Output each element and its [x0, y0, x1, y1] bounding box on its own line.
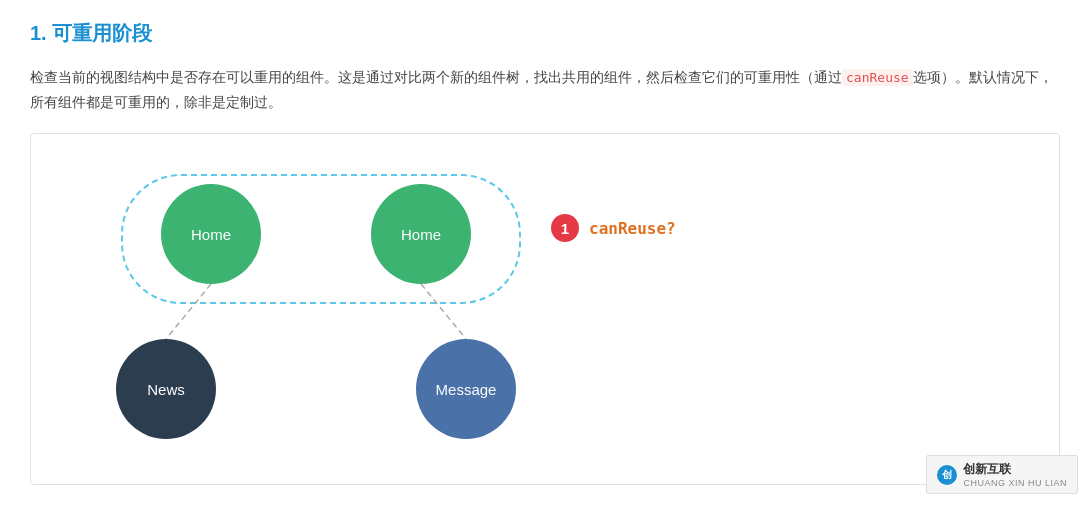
message-label: Message — [436, 381, 497, 398]
description-text: 检查当前的视图结构中是否存在可以重用的组件。这是通过对比两个新的组件树，找出共用… — [30, 65, 1060, 115]
node-home-left: Home — [161, 184, 261, 284]
watermark-logo: 创 — [937, 465, 957, 485]
desc-part1: 检查当前的视图结构中是否存在可以重用的组件。这是通过对比两个新的组件树，找出共用… — [30, 69, 842, 85]
watermark-en-text: CHUANG XIN HU LIAN — [963, 478, 1067, 488]
home-right-label: Home — [401, 226, 441, 243]
watermark-text: 创新互联 CHUANG XIN HU LIAN — [963, 461, 1067, 488]
node-home-right: Home — [371, 184, 471, 284]
diagram-inner: Home Home News Message 1 canReuse? — [61, 154, 1029, 454]
node-message: Message — [416, 339, 516, 439]
can-reuse-annotation: 1 canReuse? — [551, 214, 676, 242]
can-reuse-text: canReuse? — [589, 219, 676, 238]
news-label: News — [147, 381, 185, 398]
watermark: 创 创新互联 CHUANG XIN HU LIAN — [926, 455, 1078, 494]
inline-code: canReuse — [842, 69, 913, 86]
node-news: News — [116, 339, 216, 439]
diagram-container: Home Home News Message 1 canReuse? — [30, 133, 1060, 485]
badge-number: 1 — [551, 214, 579, 242]
watermark-cn-text: 创新互联 — [963, 461, 1067, 478]
page-title: 1. 可重用阶段 — [30, 20, 1060, 47]
home-left-label: Home — [191, 226, 231, 243]
